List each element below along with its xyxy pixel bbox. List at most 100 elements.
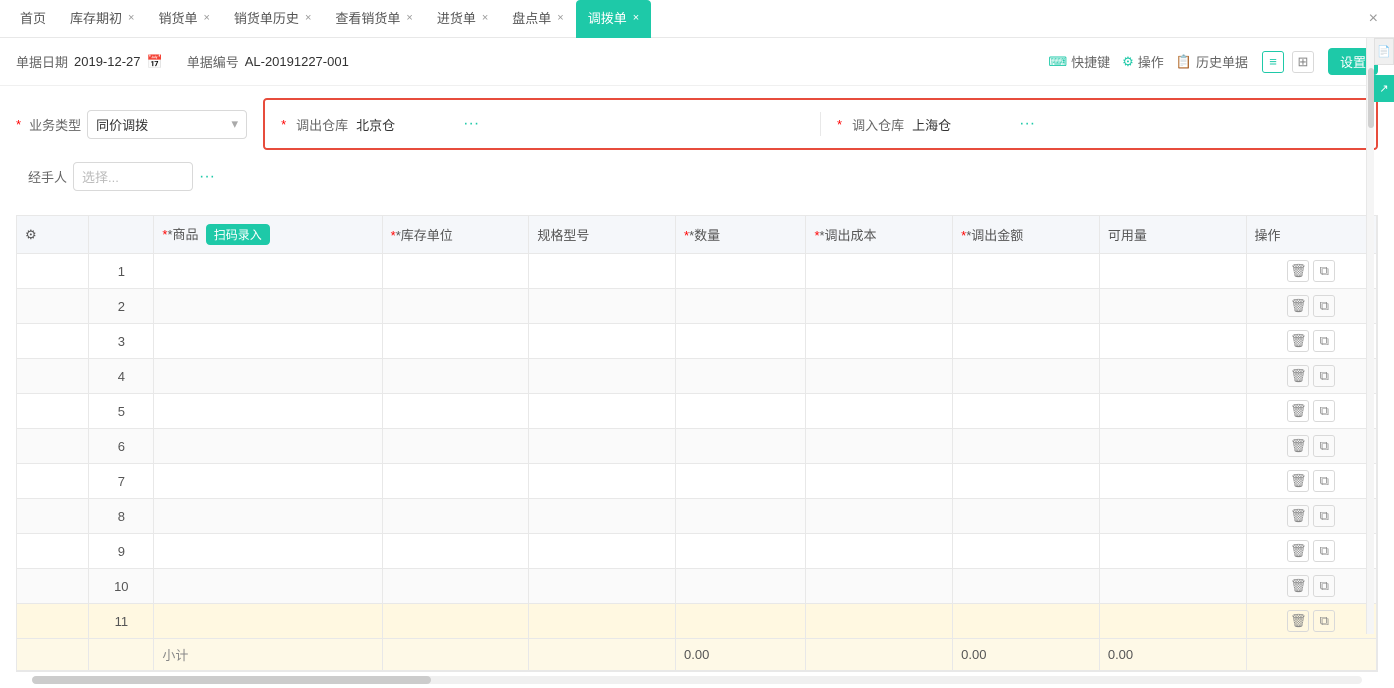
row-unit[interactable] — [382, 324, 529, 359]
ops-action[interactable]: ⚙ 操作 — [1122, 52, 1164, 71]
row-qty[interactable] — [676, 534, 806, 569]
business-type-select[interactable]: 同价调拨 ▾ — [87, 110, 247, 139]
tab-inventory-init-close[interactable]: × — [128, 12, 134, 24]
tab-view-sales[interactable]: 查看销货单 × — [323, 0, 424, 38]
row-cost[interactable] — [806, 569, 953, 604]
history-action[interactable]: 📋 历史单据 — [1176, 52, 1248, 71]
in-warehouse-more-btn[interactable]: ··· — [1019, 115, 1035, 133]
row-avail[interactable] — [1099, 569, 1246, 604]
tab-home[interactable]: 首页 — [8, 0, 58, 38]
delete-btn[interactable]: 🗑 — [1287, 610, 1309, 632]
tab-transfer[interactable]: 调拨单 × — [576, 0, 651, 38]
row-cost[interactable] — [806, 464, 953, 499]
row-cost[interactable] — [806, 534, 953, 569]
delete-btn[interactable]: 🗑 — [1287, 365, 1309, 387]
row-qty[interactable] — [676, 499, 806, 534]
row-product[interactable] — [154, 534, 382, 569]
copy-btn[interactable]: ⧉ — [1313, 400, 1335, 422]
tab-inventory-check-close[interactable]: × — [557, 12, 563, 24]
row-avail[interactable] — [1099, 499, 1246, 534]
row-qty[interactable] — [676, 359, 806, 394]
row-qty[interactable] — [676, 604, 806, 639]
delete-btn[interactable]: 🗑 — [1287, 575, 1309, 597]
scroll-thumb[interactable] — [32, 676, 431, 684]
row-avail[interactable] — [1099, 429, 1246, 464]
row-product[interactable] — [154, 254, 382, 289]
copy-btn[interactable]: ⧉ — [1313, 260, 1335, 282]
row-unit[interactable] — [382, 604, 529, 639]
row-spec[interactable] — [529, 289, 676, 324]
row-spec[interactable] — [529, 324, 676, 359]
row-spec[interactable] — [529, 394, 676, 429]
row-qty[interactable] — [676, 289, 806, 324]
delete-btn[interactable]: 🗑 — [1287, 295, 1309, 317]
calendar-icon[interactable]: 📅 — [147, 54, 163, 70]
copy-btn[interactable]: ⧉ — [1313, 330, 1335, 352]
row-avail[interactable] — [1099, 464, 1246, 499]
row-amount[interactable] — [953, 324, 1100, 359]
tab-sales-order[interactable]: 销货单 × — [146, 0, 221, 38]
right-panel-export-btn[interactable]: ↗ — [1374, 75, 1394, 102]
row-unit[interactable] — [382, 534, 529, 569]
row-qty[interactable] — [676, 254, 806, 289]
row-amount[interactable] — [953, 359, 1100, 394]
row-avail[interactable] — [1099, 604, 1246, 639]
row-product[interactable] — [154, 394, 382, 429]
tab-view-sales-close[interactable]: × — [406, 12, 412, 24]
row-amount[interactable] — [953, 499, 1100, 534]
out-warehouse-more-btn[interactable]: ··· — [463, 115, 479, 133]
row-unit[interactable] — [382, 464, 529, 499]
row-product[interactable] — [154, 499, 382, 534]
scroll-track[interactable] — [32, 676, 1362, 684]
row-unit[interactable] — [382, 289, 529, 324]
delete-btn[interactable]: 🗑 — [1287, 470, 1309, 492]
row-spec[interactable] — [529, 254, 676, 289]
row-cost[interactable] — [806, 289, 953, 324]
row-qty[interactable] — [676, 429, 806, 464]
tab-sales-history-close[interactable]: × — [305, 12, 311, 24]
row-amount[interactable] — [953, 604, 1100, 639]
copy-btn[interactable]: ⧉ — [1313, 575, 1335, 597]
row-unit[interactable] — [382, 569, 529, 604]
row-unit[interactable] — [382, 394, 529, 429]
row-unit[interactable] — [382, 499, 529, 534]
tab-sales-order-close[interactable]: × — [203, 12, 209, 24]
delete-btn[interactable]: 🗑 — [1287, 505, 1309, 527]
row-avail[interactable] — [1099, 254, 1246, 289]
copy-btn[interactable]: ⧉ — [1313, 365, 1335, 387]
row-qty[interactable] — [676, 394, 806, 429]
row-unit[interactable] — [382, 254, 529, 289]
row-amount[interactable] — [953, 569, 1100, 604]
row-avail[interactable] — [1099, 324, 1246, 359]
tab-transfer-close[interactable]: × — [633, 12, 639, 24]
delete-btn[interactable]: 🗑 — [1287, 330, 1309, 352]
row-product[interactable] — [154, 359, 382, 394]
row-qty[interactable] — [676, 569, 806, 604]
handler-select[interactable]: 选择... — [73, 162, 193, 191]
row-qty[interactable] — [676, 464, 806, 499]
row-product[interactable] — [154, 569, 382, 604]
scan-btn[interactable]: 扫码录入 — [206, 224, 270, 245]
row-product[interactable] — [154, 604, 382, 639]
row-product[interactable] — [154, 429, 382, 464]
tab-purchase[interactable]: 进货单 × — [425, 0, 500, 38]
row-amount[interactable] — [953, 289, 1100, 324]
handler-more-btn[interactable]: ··· — [199, 168, 215, 186]
row-cost[interactable] — [806, 604, 953, 639]
right-panel-doc-btn[interactable]: 📄 — [1374, 38, 1394, 65]
row-amount[interactable] — [953, 534, 1100, 569]
row-cost[interactable] — [806, 359, 953, 394]
row-spec[interactable] — [529, 359, 676, 394]
row-cost[interactable] — [806, 324, 953, 359]
row-cost[interactable] — [806, 254, 953, 289]
row-spec[interactable] — [529, 569, 676, 604]
delete-btn[interactable]: 🗑 — [1287, 435, 1309, 457]
copy-btn[interactable]: ⧉ — [1313, 470, 1335, 492]
row-cost[interactable] — [806, 394, 953, 429]
delete-btn[interactable]: 🗑 — [1287, 260, 1309, 282]
row-unit[interactable] — [382, 359, 529, 394]
row-avail[interactable] — [1099, 534, 1246, 569]
row-cost[interactable] — [806, 429, 953, 464]
th-gear[interactable]: ⚙ — [17, 216, 89, 254]
row-amount[interactable] — [953, 394, 1100, 429]
